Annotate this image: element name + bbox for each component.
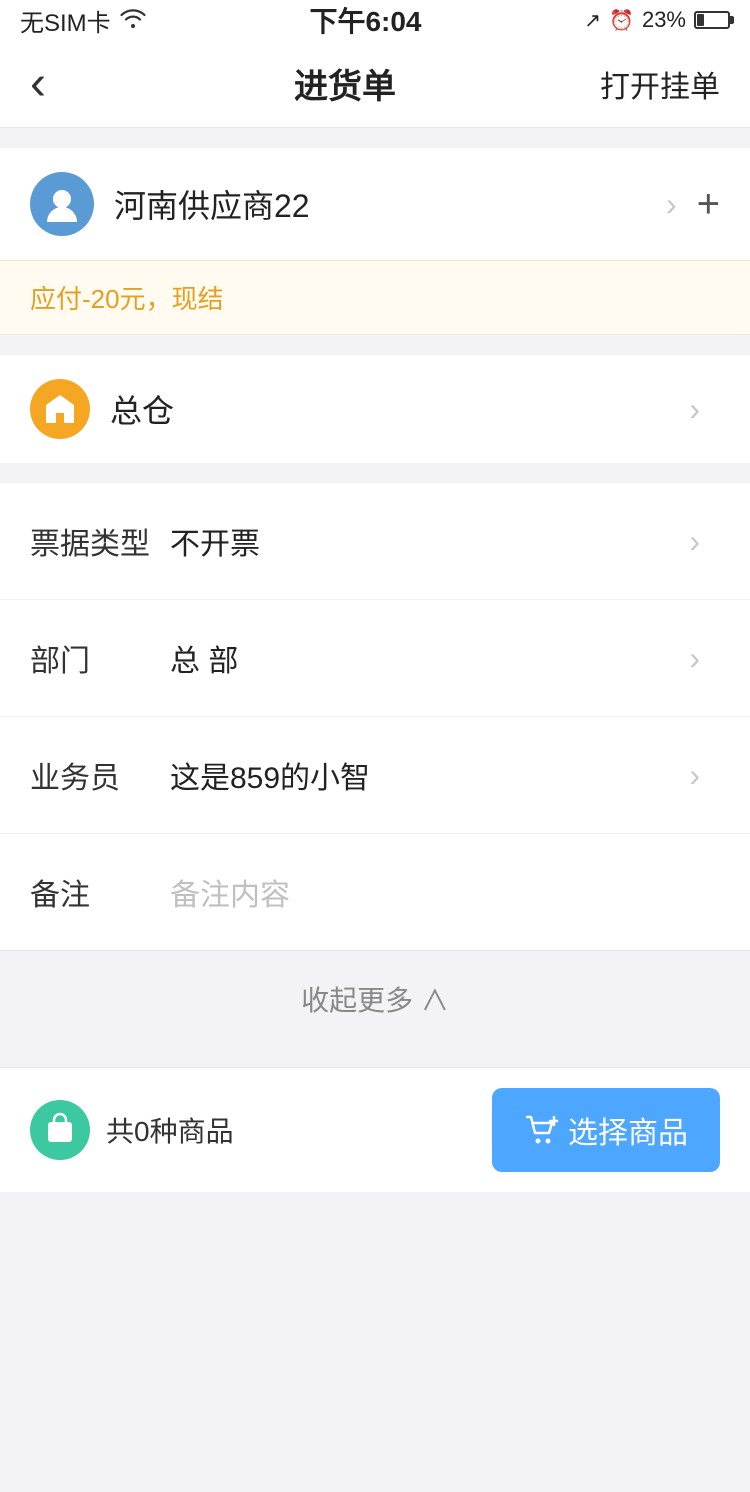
invoice-type-label: 票据类型 bbox=[30, 519, 170, 563]
page-title: 进货单 bbox=[294, 59, 396, 108]
status-time: 下午6:04 bbox=[309, 0, 421, 40]
select-product-label: 选择商品 bbox=[568, 1108, 688, 1152]
carrier-text: 无SIM卡 bbox=[20, 3, 111, 38]
warehouse-name: 总仓 bbox=[110, 386, 689, 432]
section-gap-2 bbox=[0, 335, 750, 355]
invoice-type-value: 不开票 bbox=[170, 519, 689, 563]
add-supplier-button[interactable]: + bbox=[697, 182, 720, 227]
alarm-icon: ⏰ bbox=[609, 8, 634, 33]
section-gap-3 bbox=[0, 463, 750, 483]
wifi-icon bbox=[119, 6, 147, 35]
supplier-chevron-icon: › bbox=[666, 186, 677, 223]
salesperson-value: 这是859的小智 bbox=[170, 753, 689, 797]
status-carrier: 无SIM卡 bbox=[20, 3, 147, 38]
product-icon bbox=[30, 1100, 90, 1160]
salesperson-label: 业务员 bbox=[30, 753, 170, 797]
warehouse-row[interactable]: 总仓 › bbox=[0, 355, 750, 463]
section-gap-4 bbox=[0, 1047, 750, 1067]
lower-gray-area bbox=[0, 1192, 750, 1492]
battery-text: 23% bbox=[642, 7, 686, 33]
invoice-type-row[interactable]: 票据类型 不开票 › bbox=[0, 483, 750, 599]
salesperson-chevron-icon: › bbox=[689, 757, 700, 794]
department-row[interactable]: 部门 总 部 › bbox=[0, 599, 750, 716]
remark-placeholder[interactable]: 备注内容 bbox=[170, 870, 720, 914]
location-icon: ↗ bbox=[584, 8, 601, 33]
select-product-button[interactable]: 选择商品 bbox=[492, 1088, 720, 1172]
form-section: 票据类型 不开票 › 部门 总 部 › 业务员 这是859的小智 › 备注 备注… bbox=[0, 483, 750, 950]
warehouse-chevron-icon: › bbox=[689, 391, 700, 428]
department-value: 总 部 bbox=[170, 636, 689, 680]
battery-icon bbox=[694, 11, 730, 29]
supplier-row[interactable]: 河南供应商22 › + bbox=[0, 148, 750, 260]
open-pending-button[interactable]: 打开挂单 bbox=[600, 62, 720, 106]
department-chevron-icon: › bbox=[689, 640, 700, 677]
department-label: 部门 bbox=[30, 636, 170, 680]
warehouse-section: 总仓 › bbox=[0, 355, 750, 463]
collapse-button[interactable]: 收起更多 ∧ bbox=[0, 950, 750, 1047]
salesperson-row[interactable]: 业务员 这是859的小智 › bbox=[0, 716, 750, 833]
warehouse-icon bbox=[30, 379, 90, 439]
section-gap-1 bbox=[0, 128, 750, 148]
supplier-name: 河南供应商22 bbox=[114, 181, 666, 227]
bottom-bar: 共0种商品 选择商品 bbox=[0, 1067, 750, 1192]
supplier-section: 河南供应商22 › + 应付-20元，现结 bbox=[0, 148, 750, 335]
notice-banner: 应付-20元，现结 bbox=[0, 260, 750, 335]
product-count-text: 共0种商品 bbox=[106, 1110, 234, 1150]
cart-plus-icon bbox=[524, 1113, 558, 1147]
back-button[interactable]: ‹ bbox=[30, 56, 90, 111]
notice-text: 应付-20元，现结 bbox=[30, 284, 224, 314]
nav-bar: ‹ 进货单 打开挂单 bbox=[0, 40, 750, 128]
remark-row[interactable]: 备注 备注内容 bbox=[0, 833, 750, 950]
product-count-wrap: 共0种商品 bbox=[30, 1100, 234, 1160]
remark-label: 备注 bbox=[30, 870, 170, 914]
invoice-type-chevron-icon: › bbox=[689, 523, 700, 560]
supplier-avatar bbox=[30, 172, 94, 236]
status-bar: 无SIM卡 下午6:04 ↗ ⏰ 23% bbox=[0, 0, 750, 40]
status-right-icons: ↗ ⏰ 23% bbox=[584, 7, 730, 33]
